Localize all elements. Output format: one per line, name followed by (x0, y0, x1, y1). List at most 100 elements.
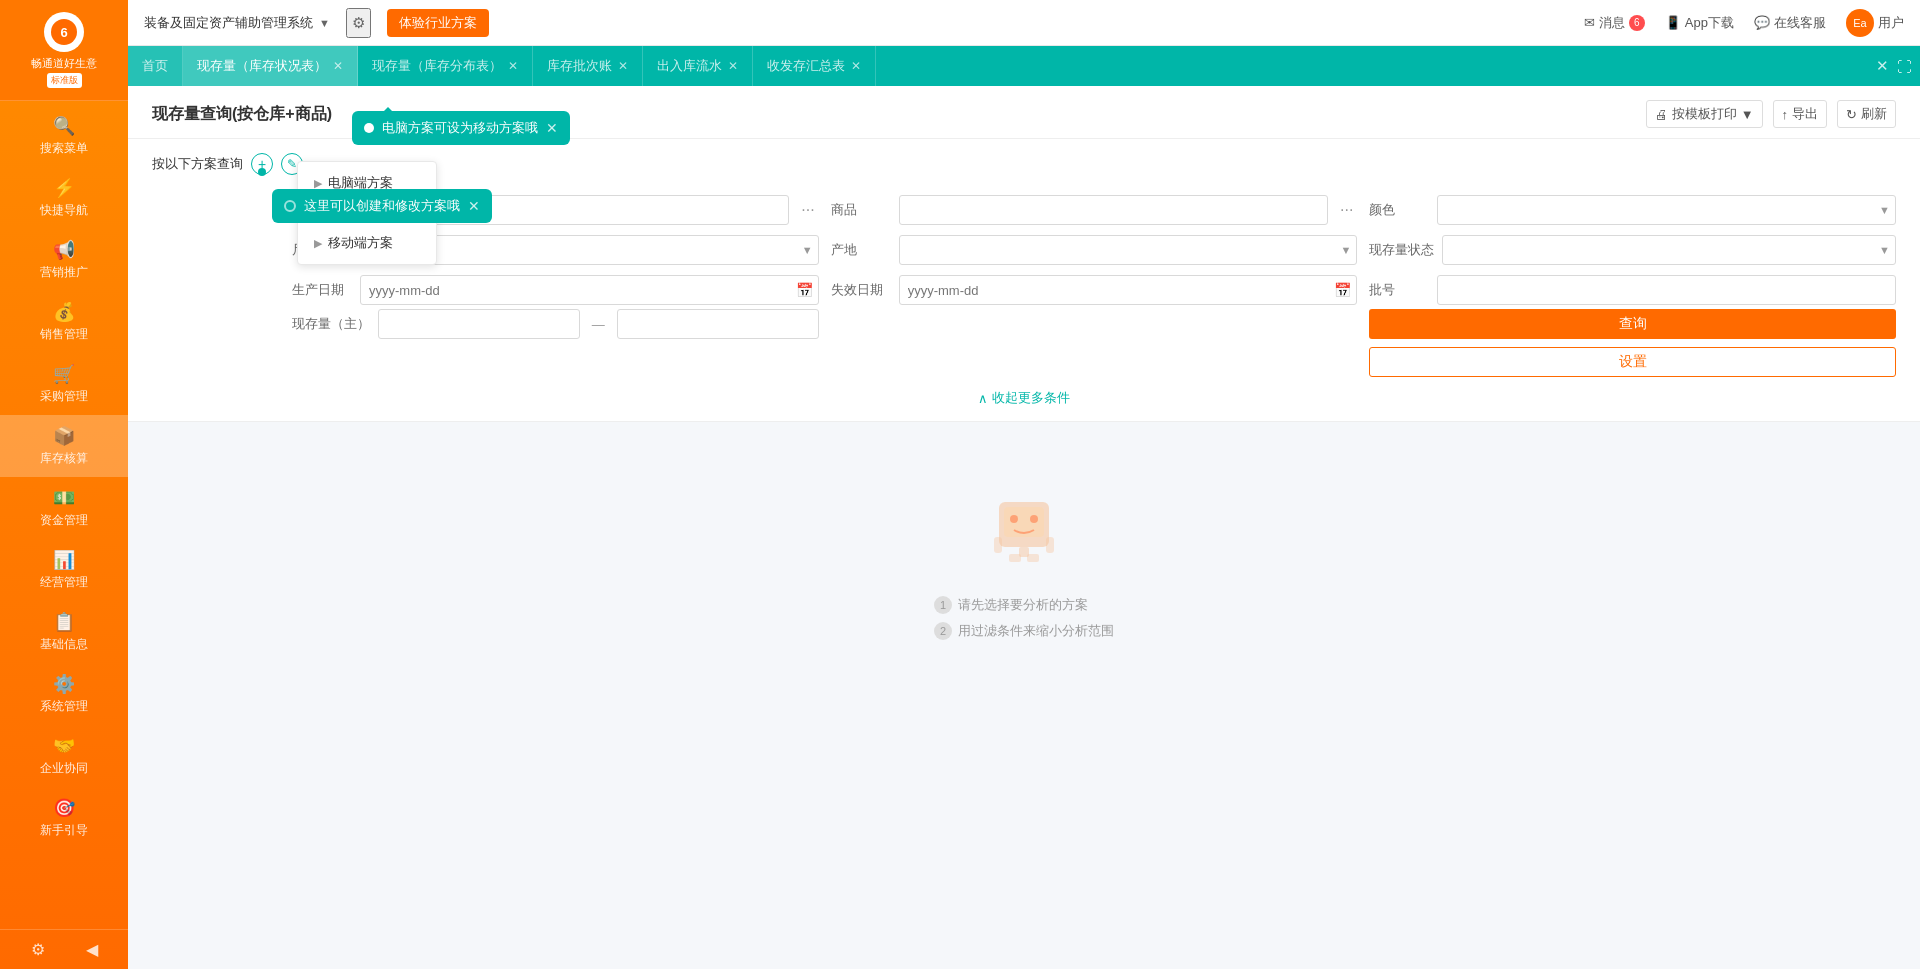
empty-tip-2: 用过滤条件来缩小分析范围 (958, 618, 1114, 644)
support-label: 在线客服 (1774, 14, 1826, 32)
tab-inventory-dist[interactable]: 现存量（库存分布表） ✕ (358, 46, 533, 86)
color-label: 颜色 (1369, 201, 1429, 219)
message-badge: 6 (1629, 15, 1645, 31)
empty-tip-1: 请先选择要分析的方案 (958, 592, 1088, 618)
gear-button[interactable]: ⚙ (346, 8, 371, 38)
origin-label: 产地 (831, 241, 891, 259)
empty-tip-1-row: 1 请先选择要分析的方案 (934, 592, 1114, 618)
production-date-label: 生产日期 (292, 281, 352, 299)
warehouse-dots[interactable]: ··· (797, 201, 818, 219)
collapse-sidebar-button[interactable]: ◀ (86, 940, 98, 959)
app-download-item[interactable]: 📱 App下载 (1665, 14, 1734, 32)
tooltip-2-close[interactable]: ✕ (468, 198, 480, 214)
batch-input[interactable] (1437, 275, 1896, 305)
system-name: 装备及固定资产辅助管理系统 ▼ (144, 14, 330, 32)
origin-select[interactable] (899, 235, 1358, 265)
tab-batch[interactable]: 库存批次账 ✕ (533, 46, 643, 86)
tab-inventory-status[interactable]: 现存量（库存状况表） ✕ (183, 46, 358, 86)
tab-flow-label: 出入库流水 (657, 57, 722, 75)
filter-add-button[interactable]: + (251, 153, 273, 175)
sidebar-item-guide[interactable]: 🎯 新手引导 (0, 787, 128, 849)
collapse-button[interactable]: ∧ 收起更多条件 (978, 389, 1070, 407)
top-header: 装备及固定资产辅助管理系统 ▼ ⚙ 体验行业方案 ✉ 消息 6 📱 App下载 … (128, 0, 1920, 46)
tab-flow[interactable]: 出入库流水 ✕ (643, 46, 753, 86)
settings-button[interactable]: ⚙ (31, 940, 45, 959)
tooltip-1-close[interactable]: ✕ (546, 120, 558, 136)
empty-illustration (974, 482, 1074, 572)
export-button[interactable]: ↑ 导出 (1773, 100, 1828, 128)
sidebar-item-basic[interactable]: 📋 基础信息 (0, 601, 128, 663)
sidebar-item-sales[interactable]: 💰 销售管理 (0, 291, 128, 353)
tab-close-all-icon[interactable]: ✕ (1876, 57, 1889, 75)
print-icon: 🖨 (1655, 107, 1668, 122)
svg-rect-10 (1027, 554, 1039, 562)
tab-fullscreen-icon[interactable]: ⛶ (1897, 58, 1912, 75)
scheme-mobile-item[interactable]: ▶ 移动端方案 (298, 228, 436, 258)
expiry-date-input[interactable] (899, 275, 1358, 305)
refresh-button[interactable]: ↻ 刷新 (1837, 100, 1896, 128)
system-dropdown-icon[interactable]: ▼ (319, 17, 330, 29)
sidebar-item-label: 采购管理 (40, 388, 88, 405)
sidebar-item-label: 新手引导 (40, 822, 88, 839)
range-dash: — (588, 317, 609, 332)
sidebar-item-inventory[interactable]: 📦 库存核算 (0, 415, 128, 477)
user-item[interactable]: Ea 用户 (1846, 9, 1904, 37)
support-item[interactable]: 💬 在线客服 (1754, 14, 1826, 32)
tab-inventory-status-close[interactable]: ✕ (333, 60, 343, 72)
stock-qty-min-input[interactable] (378, 309, 580, 339)
tab-home-label: 首页 (142, 57, 168, 75)
reset-button[interactable]: 设置 (1369, 347, 1896, 377)
message-item[interactable]: ✉ 消息 6 (1584, 14, 1645, 32)
tree-expand-icon: ▶ (314, 177, 322, 190)
stock-status-select[interactable] (1442, 235, 1896, 265)
color-select[interactable] (1437, 195, 1896, 225)
sales-icon: 💰 (53, 301, 75, 323)
tab-batch-close[interactable]: ✕ (618, 60, 628, 72)
guide-icon: 🎯 (53, 797, 75, 819)
product-dots[interactable]: ··· (1336, 201, 1357, 219)
tab-summary[interactable]: 收发存汇总表 ✕ (753, 46, 876, 86)
search-button[interactable]: 查询 (1369, 309, 1896, 339)
search-btn-col: 查询 设置 (1369, 309, 1896, 377)
search-icon: 🔍 (53, 115, 75, 137)
trial-button[interactable]: 体验行业方案 (387, 9, 489, 37)
export-label: 导出 (1792, 105, 1818, 123)
stock-qty-max-input[interactable] (617, 309, 819, 339)
collapse-label: 收起更多条件 (992, 389, 1070, 407)
export-icon: ↑ (1782, 107, 1789, 122)
sidebar-item-enterprise[interactable]: 🤝 企业协同 (0, 725, 128, 787)
sidebar-item-label: 系统管理 (40, 698, 88, 715)
color-select-wrap: ▼ (1437, 195, 1896, 225)
sidebar-item-system[interactable]: ⚙️ 系统管理 (0, 663, 128, 725)
tab-inventory-dist-close[interactable]: ✕ (508, 60, 518, 72)
svg-point-5 (1030, 515, 1038, 523)
product-field: 商品 ··· (831, 195, 1358, 225)
print-button[interactable]: 🖨 按模板打印 ▼ (1646, 100, 1763, 128)
basic-icon: 📋 (53, 611, 75, 633)
logo-badge: 标准版 (47, 73, 82, 88)
logo-text: 畅通道好生意 (31, 56, 97, 71)
dot-indicator (258, 168, 266, 176)
expiry-date-label: 失效日期 (831, 281, 891, 299)
batch-label: 批号 (1369, 281, 1429, 299)
tooltip-dot-2 (284, 200, 296, 212)
sidebar-item-operation[interactable]: 📊 经营管理 (0, 539, 128, 601)
system-icon: ⚙️ (53, 673, 75, 695)
expiry-date-wrap: 📅 (899, 275, 1358, 305)
tab-summary-close[interactable]: ✕ (851, 60, 861, 72)
sidebar-item-search[interactable]: 🔍 搜索菜单 (0, 105, 128, 167)
product-label: 商品 (831, 201, 891, 219)
tab-flow-close[interactable]: ✕ (728, 60, 738, 72)
filter-header: 按以下方案查询 + ✎ « 电脑方案可设为移动方案哦 ✕ ▶ 电 (152, 153, 1896, 183)
sidebar-item-purchase[interactable]: 🛒 采购管理 (0, 353, 128, 415)
product-input[interactable] (899, 195, 1328, 225)
tab-home[interactable]: 首页 (128, 46, 183, 86)
sidebar-item-finance[interactable]: 💵 资金管理 (0, 477, 128, 539)
sidebar-item-nav[interactable]: ⚡ 快捷导航 (0, 167, 128, 229)
production-date-input[interactable] (360, 275, 819, 305)
tooltip-text-2: 这里可以创建和修改方案哦 (304, 197, 460, 215)
sidebar-item-marketing[interactable]: 📢 营销推广 (0, 229, 128, 291)
expiry-date-field: 失效日期 📅 (831, 275, 1358, 305)
support-icon: 💬 (1754, 15, 1770, 30)
batch-field: 批号 (1369, 275, 1896, 305)
